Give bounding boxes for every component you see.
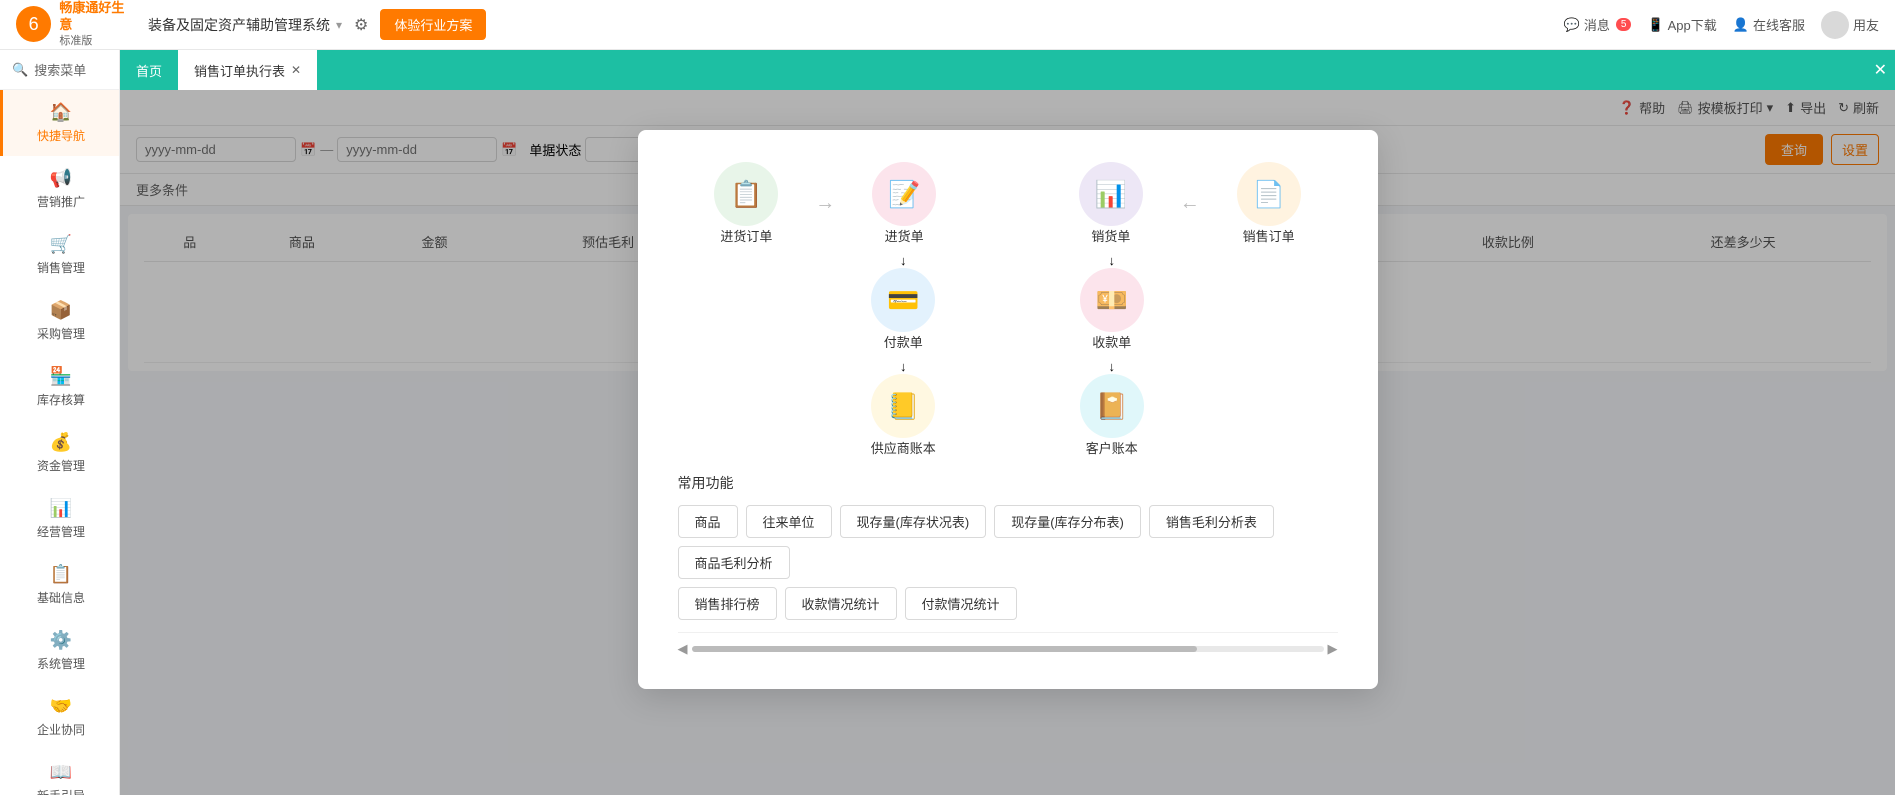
tab-bar: 首页 销售订单执行表 ✕ ✕ — [120, 50, 1895, 90]
modal-overlay: 📋 进货订单 → 📝 进货单 — [120, 90, 1895, 795]
message-icon: 💬 — [1564, 17, 1580, 33]
finance-icon: 💰 — [50, 432, 72, 453]
settings-icon[interactable]: ⚙ — [354, 15, 368, 35]
func-btn-4[interactable]: 销售毛利分析表 — [1149, 505, 1274, 538]
app-download-action[interactable]: 📱 App下载 — [1647, 15, 1716, 34]
operations-icon: 📊 — [50, 498, 72, 519]
modal: 📋 进货订单 → 📝 进货单 — [638, 130, 1378, 689]
down-arrow-purchase: ↓ — [834, 253, 973, 268]
sidebar-item-purchase[interactable]: 📦 采购管理 — [0, 288, 119, 354]
flow-node-supplier-ledger[interactable]: 📒 供应商账本 — [834, 374, 973, 457]
receipt-icon: 💴 — [1080, 268, 1144, 332]
top-header: 6 畅康通好生意 标准版 装备及固定资产辅助管理系统 ▾ ⚙ 体验行业方案 💬 … — [0, 0, 1895, 50]
tab-home[interactable]: 首页 — [120, 50, 178, 90]
flow-diagram: 📋 进货订单 → 📝 进货单 — [678, 162, 1338, 465]
quick-nav-icon: 🏠 — [50, 102, 72, 123]
logo-area: 6 畅康通好生意 标准版 — [16, 0, 136, 48]
sidebar-item-basic-info[interactable]: 📋 基础信息 — [0, 552, 119, 618]
customer-ledger-icon: 📔 — [1080, 374, 1144, 438]
flow-node-payment[interactable]: 💳 付款单 — [834, 268, 973, 351]
inventory-icon: 🏪 — [50, 366, 72, 387]
sidebar-item-sales[interactable]: 🛒 销售管理 — [0, 222, 119, 288]
sidebar-item-marketing[interactable]: 📢 营销推广 — [0, 156, 119, 222]
flow-node-sales-order[interactable]: 📄 销售订单 — [1200, 162, 1338, 245]
enterprise-icon: 🤝 — [50, 696, 72, 717]
scrollbar-thumb[interactable] — [692, 646, 1198, 652]
avatar — [1821, 11, 1849, 39]
sidebar-item-system[interactable]: ⚙️ 系统管理 — [0, 618, 119, 684]
down-arrow-payment: ↓ — [834, 359, 973, 374]
flow-node-purchase-order[interactable]: 📋 进货订单 — [678, 162, 816, 245]
func-btn-2[interactable]: 现存量(库存状况表) — [840, 505, 987, 538]
service-icon: 👤 — [1733, 17, 1749, 33]
sales-order-icon: 📄 — [1237, 162, 1301, 226]
basic-info-icon: 📋 — [50, 564, 72, 585]
app-container: 6 畅康通好生意 标准版 装备及固定资产辅助管理系统 ▾ ⚙ 体验行业方案 💬 … — [0, 0, 1895, 795]
message-badge: 5 — [1616, 18, 1632, 31]
arrow-2: ← — [1180, 192, 1200, 215]
common-functions: 常用功能 商品 往来单位 现存量(库存状况表) 现存量(库存分布表) 销售毛利分… — [678, 473, 1338, 620]
scrollbar-track — [692, 646, 1324, 652]
sidebar-item-operations[interactable]: 📊 经营管理 — [0, 486, 119, 552]
func-btn-7[interactable]: 收款情况统计 — [785, 587, 897, 620]
arrow-1: → — [815, 192, 835, 215]
sidebar: 🔍 搜索菜单 🏠 快捷导航 📢 营销推广 🛒 销售管理 📦 采购管理 🏪 — [0, 50, 120, 795]
func-btn-8[interactable]: 付款情况统计 — [905, 587, 1017, 620]
main-layout: 🔍 搜索菜单 🏠 快捷导航 📢 营销推广 🛒 销售管理 📦 采购管理 🏪 — [0, 50, 1895, 795]
scroll-left-icon[interactable]: ◀ — [678, 641, 688, 657]
func-btn-6[interactable]: 销售排行榜 — [678, 587, 777, 620]
sidebar-item-guide[interactable]: 📖 新手引导 — [0, 750, 119, 795]
sales-icon: 🛒 — [50, 234, 72, 255]
tab-sales-exec[interactable]: 销售订单执行表 ✕ — [178, 50, 317, 90]
scroll-right-icon[interactable]: ▶ — [1328, 641, 1338, 657]
payment-icon: 💳 — [871, 268, 935, 332]
online-service-action[interactable]: 👤 在线客服 — [1733, 15, 1805, 34]
down-arrow-sales: ↓ — [1042, 253, 1181, 268]
purchase-icon: 📦 — [50, 300, 72, 321]
tab-bar-close-icon[interactable]: ✕ — [1874, 60, 1887, 80]
guide-icon: 📖 — [50, 762, 72, 783]
modal-scrollbar: ◀ ▶ — [678, 632, 1338, 657]
flow-node-sales-bill[interactable]: 📊 销货单 — [1042, 162, 1180, 245]
function-buttons-row2: 销售排行榜 收款情况统计 付款情况统计 — [678, 587, 1338, 620]
header-right: 💬 消息 5 📱 App下载 👤 在线客服 用友 — [1564, 11, 1879, 39]
sales-bill-icon: 📊 — [1079, 162, 1143, 226]
system-dropdown-arrow[interactable]: ▾ — [336, 18, 342, 32]
logo-text: 畅康通好生意 标准版 — [59, 0, 136, 48]
logo-icon: 6 — [16, 6, 51, 42]
flow-node-customer-ledger[interactable]: 📔 客户账本 — [1042, 374, 1181, 457]
func-btn-1[interactable]: 往来单位 — [746, 505, 832, 538]
purchase-bill-icon: 📝 — [872, 162, 936, 226]
app-icon: 📱 — [1647, 17, 1663, 33]
flow-node-receipt[interactable]: 💴 收款单 — [1042, 268, 1181, 351]
sidebar-item-inventory[interactable]: 🏪 库存核算 — [0, 354, 119, 420]
func-btn-3[interactable]: 现存量(库存分布表) — [994, 505, 1141, 538]
supplier-ledger-icon: 📒 — [871, 374, 935, 438]
sidebar-item-enterprise[interactable]: 🤝 企业协同 — [0, 684, 119, 750]
page-content: ❓ 帮助 🖨 按模板打印 ▾ ⬆ 导出 ↻ 刷新 — [120, 90, 1895, 795]
trial-button[interactable]: 体验行业方案 — [380, 9, 486, 40]
function-buttons: 商品 往来单位 现存量(库存状况表) 现存量(库存分布表) 销售毛利分析表 商品… — [678, 505, 1338, 579]
marketing-icon: 📢 — [50, 168, 72, 189]
message-action[interactable]: 💬 消息 5 — [1564, 15, 1632, 34]
search-menu[interactable]: 🔍 搜索菜单 — [0, 50, 119, 90]
sidebar-item-quick-nav[interactable]: 🏠 快捷导航 — [0, 90, 119, 156]
logo-main: 畅康通好生意 — [59, 0, 136, 34]
content-area: 首页 销售订单执行表 ✕ ✕ ❓ 帮助 🖨 — [120, 50, 1895, 795]
func-btn-0[interactable]: 商品 — [678, 505, 738, 538]
sidebar-item-finance[interactable]: 💰 资金管理 — [0, 420, 119, 486]
func-btn-5[interactable]: 商品毛利分析 — [678, 546, 790, 579]
flow-node-purchase-bill[interactable]: 📝 进货单 — [835, 162, 973, 245]
search-icon: 🔍 — [12, 62, 28, 78]
common-functions-title: 常用功能 — [678, 473, 1338, 493]
user-action[interactable]: 用友 — [1821, 11, 1879, 39]
purchase-order-icon: 📋 — [714, 162, 778, 226]
down-arrow-receipt: ↓ — [1042, 359, 1181, 374]
system-title: 装备及固定资产辅助管理系统 ▾ — [148, 15, 342, 35]
logo-sub: 标准版 — [59, 34, 136, 48]
tab-close-icon[interactable]: ✕ — [291, 63, 301, 77]
system-icon: ⚙️ — [50, 630, 72, 651]
